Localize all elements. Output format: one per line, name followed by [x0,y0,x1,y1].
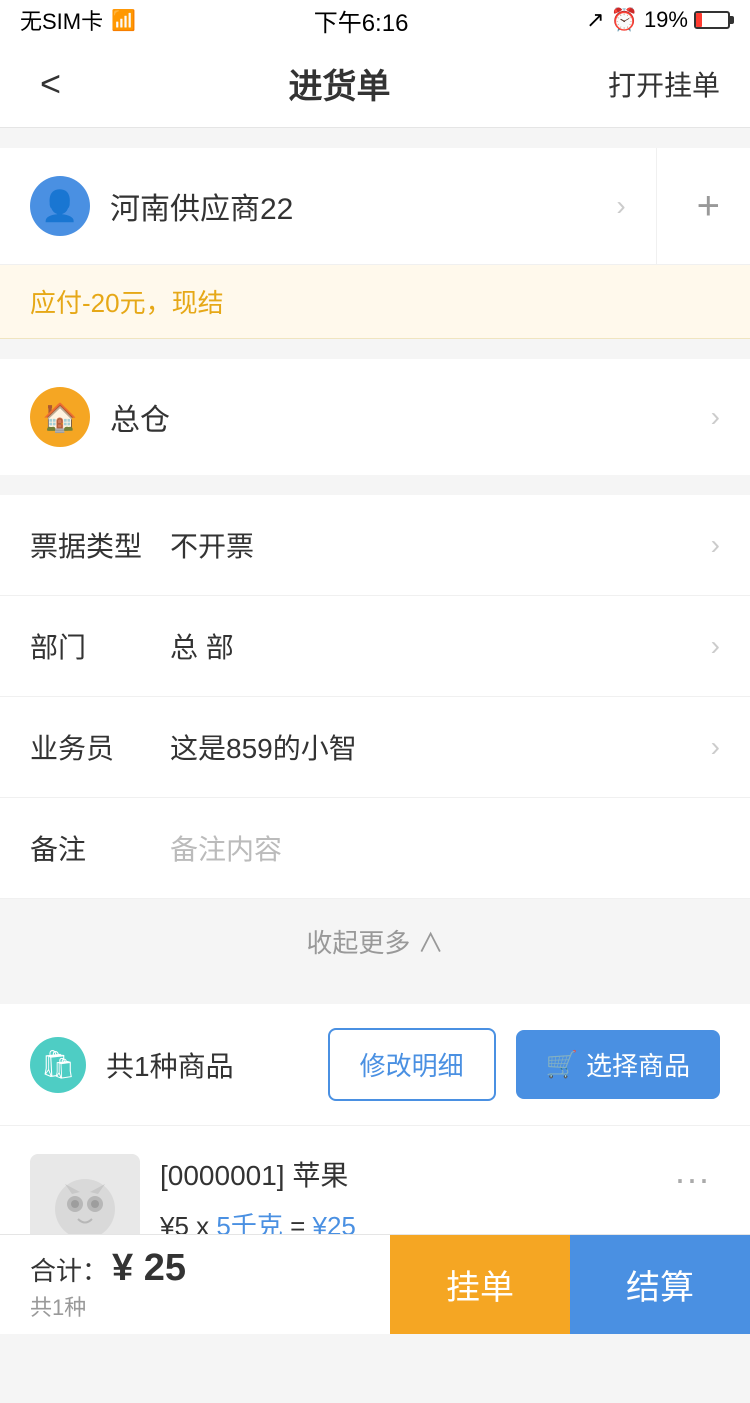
status-left: 无SIM卡 📶 [20,4,136,36]
section-gap-3 [0,475,750,495]
location-icon: ↗ [586,7,604,33]
product-details: [0000001] 苹果 ¥5 x 5千克 = ¥25 [160,1154,644,1243]
select-product-icon: 🛒 [546,1049,578,1080]
product-count-label: 共1种商品 [106,1045,308,1085]
salesperson-chevron-icon: › [711,731,720,763]
warehouse-card: 🏠 总仓 › [0,359,750,475]
invoice-type-value: 不开票 [170,525,701,565]
bottom-bar: 合计： ¥ 25 共1种 挂单 结算 [0,1234,750,1334]
supplier-name: 河南供应商22 [110,184,293,228]
invoice-type-label: 票据类型 [30,525,170,565]
select-product-label: 选择商品 [586,1046,690,1083]
supplier-info: 河南供应商22 [110,184,606,228]
product-header: 🛍 共1种商品 修改明细 🛒 选择商品 [0,1004,750,1126]
collapse-label: 收起更多 ∧ [306,923,443,960]
total-section: 合计： ¥ 25 共1种 [0,1235,390,1334]
battery-percent: 19% [644,7,688,33]
invoice-chevron-icon: › [711,529,720,561]
department-row[interactable]: 部门 总 部 › [0,596,750,697]
edit-detail-button[interactable]: 修改明细 [328,1028,496,1101]
warehouse-chevron-icon: › [711,401,720,433]
product-count-icon: 🛍 [30,1037,86,1093]
wifi-icon: 📶 [111,8,136,33]
total-amount: ¥ 25 [112,1247,186,1290]
supplier-icon: 👤 [30,176,90,236]
plus-icon: + [697,184,720,229]
carrier-label: 无SIM卡 [20,4,103,36]
salesperson-row[interactable]: 业务员 这是859的小智 › [0,697,750,798]
supplier-card: 👤 河南供应商22 › + 应付-20元，现结 [0,148,750,339]
product-name: [0000001] 苹果 [160,1154,644,1194]
salesperson-label: 业务员 [30,727,170,767]
supplier-chevron-icon: › [616,190,625,222]
supplier-row[interactable]: 👤 河南供应商22 › [0,148,656,264]
remark-row[interactable]: 备注 备注内容 [0,798,750,899]
warning-text: 应付-20元，现结 [30,288,224,318]
section-gap-4 [0,984,750,1004]
add-supplier-button[interactable]: + [657,148,750,264]
battery-icon [694,11,730,29]
warehouse-row[interactable]: 🏠 总仓 › [0,359,750,475]
product-more-button[interactable]: ··· [664,1154,720,1204]
section-gap-2 [0,339,750,359]
settle-button[interactable]: 结算 [570,1235,750,1334]
warehouse-info: 总仓 [110,395,701,439]
total-count: 共1种 [30,1290,360,1322]
fields-card: 票据类型 不开票 › 部门 总 部 › 业务员 这是859的小智 › 备注 备注… [0,495,750,899]
warning-banner: 应付-20元，现结 [0,265,750,339]
hang-button[interactable]: 挂单 [390,1235,570,1334]
warehouse-name: 总仓 [110,395,170,439]
salesperson-value: 这是859的小智 [170,727,701,767]
total-label: 合计： [30,1251,108,1288]
department-label: 部门 [30,626,170,666]
status-right: ↗ ⏰ 19% [586,7,730,33]
nav-bar: < 进货单 打开挂单 [0,40,750,128]
select-product-button[interactable]: 🛒 选择商品 [516,1030,720,1099]
page-title: 进货单 [289,59,391,108]
collapse-row[interactable]: 收起更多 ∧ [0,899,750,984]
remark-placeholder: 备注内容 [170,828,720,868]
status-bar: 无SIM卡 📶 下午6:16 ↗ ⏰ 19% [0,0,750,40]
department-chevron-icon: › [711,630,720,662]
alarm-icon: ⏰ [611,7,638,33]
warehouse-icon: 🏠 [30,387,90,447]
back-button[interactable]: < [30,53,71,115]
status-time: 下午6:16 [314,3,409,38]
department-value: 总 部 [170,626,701,666]
section-gap-1 [0,128,750,148]
invoice-type-row[interactable]: 票据类型 不开票 › [0,495,750,596]
remark-label: 备注 [30,828,170,868]
open-hang-button[interactable]: 打开挂单 [608,64,720,104]
